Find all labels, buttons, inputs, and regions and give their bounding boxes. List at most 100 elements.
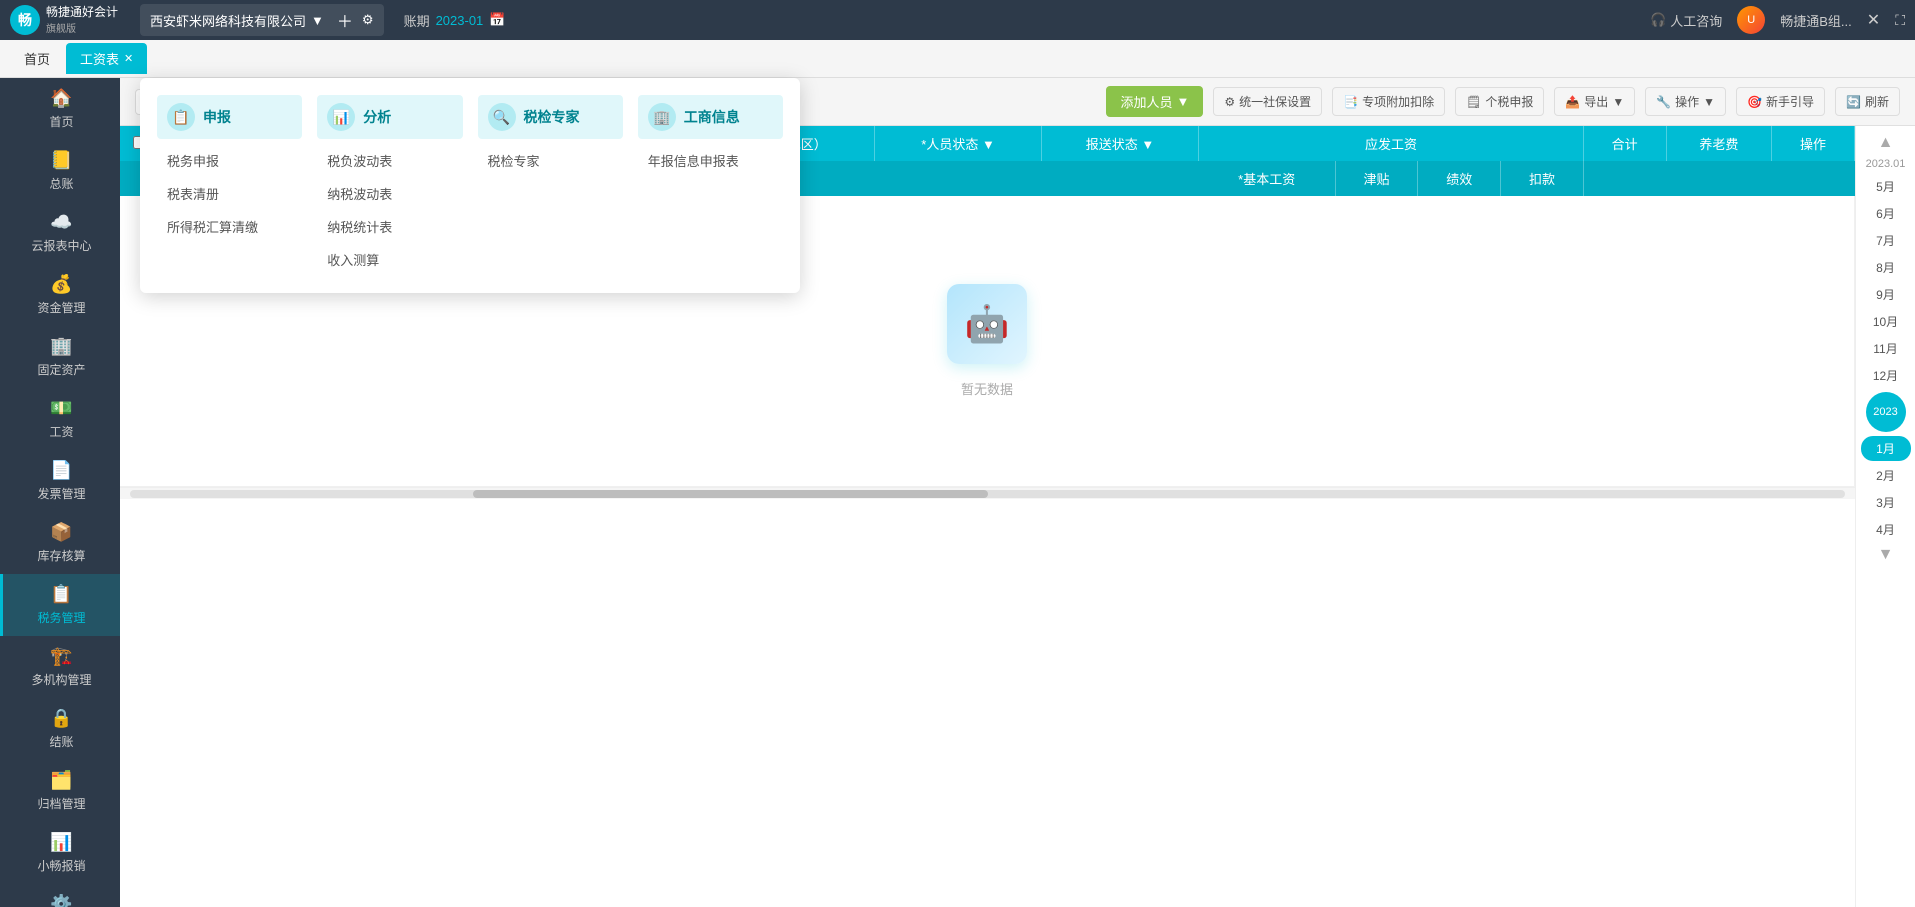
menu-item-tax-qingce[interactable]: 税表清册 [157, 177, 302, 210]
cal-aug[interactable]: 8月 [1861, 255, 1911, 280]
cal-year-badge[interactable]: 2023 [1866, 392, 1906, 432]
menu-item-tax-shenba[interactable]: 税务申报 [157, 144, 302, 177]
horizontal-scrollbar[interactable] [120, 487, 1855, 499]
menu-item-tax-fudong[interactable]: 税负波动表 [317, 144, 462, 177]
sidebar: 🏠 首页 📒 总账 ☁️ 云报表中心 💰 资金管理 🏢 固定资产 💵 工资 📄 … [0, 78, 120, 907]
tax-icon: 📋 [50, 584, 72, 605]
inventory-icon: 📦 [50, 522, 72, 543]
cal-jun[interactable]: 6月 [1861, 201, 1911, 226]
archive-icon: 🗂️ [50, 770, 72, 791]
settings-sidebar-icon: ⚙️ [50, 894, 72, 907]
cal-nov[interactable]: 11月 [1861, 336, 1911, 361]
cal-feb[interactable]: 2月 [1861, 463, 1911, 488]
calendar-up-icon[interactable]: ▲ [1875, 131, 1897, 155]
sidebar-item-ledger[interactable]: 📒 总账 [0, 140, 120, 202]
add-dropdown-arrow: ▼ [1176, 94, 1189, 109]
special-label: 专项附加扣除 [1362, 93, 1434, 110]
cal-oct[interactable]: 10月 [1861, 309, 1911, 334]
calendar-icon[interactable]: 📅 [489, 12, 505, 28]
cal-dec[interactable]: 12月 [1861, 363, 1911, 388]
sidebar-item-cloud[interactable]: ☁️ 云报表中心 [0, 202, 120, 264]
user-avatar[interactable]: U [1737, 6, 1765, 34]
sidebar-item-home[interactable]: 🏠 首页 [0, 78, 120, 140]
cal-year-2022: 2023.01 [1866, 158, 1906, 170]
cal-sep[interactable]: 9月 [1861, 282, 1911, 307]
menu-header-zhuanjia: 🔍 税检专家 [478, 95, 623, 139]
sidebar-item-fund[interactable]: 💰 资金管理 [0, 264, 120, 326]
special-deduction-button[interactable]: 📑 专项附加扣除 [1332, 87, 1445, 116]
export-chevron: ▼ [1612, 95, 1624, 109]
tab-close-icon[interactable]: ✕ [124, 52, 133, 65]
guide-button[interactable]: 🎯 新手引导 [1736, 87, 1825, 116]
export-button[interactable]: 📤 导出 ▼ [1554, 87, 1635, 116]
calendar-down-icon[interactable]: ▼ [1875, 543, 1897, 567]
settings-icon[interactable]: ⚙ [362, 12, 374, 28]
company-selector[interactable]: 西安虾米网络科技有限公司 ▼ ＋ ⚙ [140, 4, 384, 36]
multi-icon: 🏗️ [50, 646, 72, 667]
dropdown-menu: 📋 申报 税务申报 税表清册 所得税汇算清缴 📊 分析 税负波动表 纳税波动表 … [140, 78, 800, 293]
social-security-button[interactable]: ⚙ 统一社保设置 [1213, 87, 1322, 116]
menu-item-nashui-tongji[interactable]: 纳税统计表 [317, 210, 462, 243]
fenxi-icon: 📊 [327, 103, 355, 131]
menu-header-gongshang: 🏢 工商信息 [638, 95, 783, 139]
col-base-wage: *基本工资 [1199, 161, 1335, 196]
menu-item-suode-qingsuan[interactable]: 所得税汇算清缴 [157, 210, 302, 243]
sidebar-item-archive[interactable]: 🗂️ 归档管理 [0, 760, 120, 822]
sidebar-item-inventory[interactable]: 📦 库存核算 [0, 512, 120, 574]
zhuanjia-icon: 🔍 [488, 103, 516, 131]
help-btn[interactable]: 🎧 人工咨询 [1650, 11, 1722, 30]
cal-apr[interactable]: 4月 [1861, 517, 1911, 542]
empty-icon: 🤖 [947, 284, 1027, 364]
col-performance: 绩效 [1418, 161, 1501, 196]
shenba-title: 申报 [203, 107, 231, 127]
sidebar-report-label: 小畅报销 [37, 857, 85, 874]
close-period-icon: 🔒 [50, 708, 72, 729]
cal-may[interactable]: 5月 [1861, 174, 1911, 199]
tax-report-button[interactable]: 🗒 个税申报 [1455, 87, 1544, 116]
tab-salary[interactable]: 工资表 ✕ [66, 43, 147, 74]
sidebar-close-label: 结账 [49, 733, 73, 750]
col-total: 合计 [1583, 126, 1666, 161]
refresh-button[interactable]: 🔄 刷新 [1835, 87, 1900, 116]
headset-icon: 🎧 [1650, 12, 1666, 28]
company-name: 西安虾米网络科技有限公司 [150, 11, 306, 30]
menu-item-shouru-cesuan[interactable]: 收入测算 [317, 243, 462, 276]
add-person-button[interactable]: 添加人员 ▼ [1106, 86, 1203, 117]
logo-icon: 畅 [10, 5, 40, 35]
sidebar-item-salary[interactable]: 💵 工资 [0, 388, 120, 450]
sidebar-item-tax[interactable]: 📋 税务管理 [0, 574, 120, 636]
close-icon[interactable]: ✕ [1867, 10, 1880, 30]
calendar-panel: ▲ 2023.01 5月 6月 7月 8月 9月 10月 11月 12月 202… [1855, 126, 1915, 907]
sidebar-item-assets[interactable]: 🏢 固定资产 [0, 326, 120, 388]
tab-home[interactable]: 首页 [10, 43, 64, 74]
scroll-track [130, 490, 1845, 498]
cloud-icon: ☁️ [50, 212, 72, 233]
sidebar-item-settings[interactable]: ⚙️ 基础设置 [0, 884, 120, 907]
add-icon[interactable]: ＋ [337, 8, 353, 32]
maximize-icon[interactable]: ⛶ [1895, 12, 1905, 29]
sidebar-invoice-label: 发票管理 [37, 485, 85, 502]
home-icon: 🏠 [50, 88, 72, 109]
scroll-thumb[interactable] [473, 490, 988, 498]
top-bar: 畅 畅捷通好会计 旗舰版 西安虾米网络科技有限公司 ▼ ＋ ⚙ 账期 2023-… [0, 0, 1915, 40]
sidebar-ledger-label: 总账 [49, 175, 73, 192]
cal-jan-active[interactable]: 1月 [1861, 436, 1911, 461]
col-status[interactable]: *人员状态 ▼ [875, 126, 1041, 161]
chevron-down-icon: ▼ [311, 13, 324, 28]
sidebar-item-report[interactable]: 📊 小畅报销 [0, 822, 120, 884]
sidebar-item-close[interactable]: 🔒 结账 [0, 698, 120, 760]
operate-button[interactable]: 🔧 操作 ▼ [1645, 87, 1726, 116]
col-report-status[interactable]: 报送状态 ▼ [1041, 126, 1198, 161]
sidebar-item-multi[interactable]: 🏗️ 多机构管理 [0, 636, 120, 698]
menu-section-gongshang: 🏢 工商信息 年报信息申报表 [633, 90, 788, 281]
col-action: 操作 [1772, 126, 1855, 161]
sidebar-salary-label: 工资 [49, 423, 73, 440]
sidebar-item-invoice[interactable]: 📄 发票管理 [0, 450, 120, 512]
menu-item-nianbao[interactable]: 年报信息申报表 [638, 144, 783, 177]
cal-mar[interactable]: 3月 [1861, 490, 1911, 515]
menu-item-nashui-fudong[interactable]: 纳税波动表 [317, 177, 462, 210]
cal-jul[interactable]: 7月 [1861, 228, 1911, 253]
logo: 畅 畅捷通好会计 旗舰版 [10, 5, 130, 35]
menu-item-zhuanjia[interactable]: 税检专家 [478, 144, 623, 177]
shenba-icon: 📋 [167, 103, 195, 131]
